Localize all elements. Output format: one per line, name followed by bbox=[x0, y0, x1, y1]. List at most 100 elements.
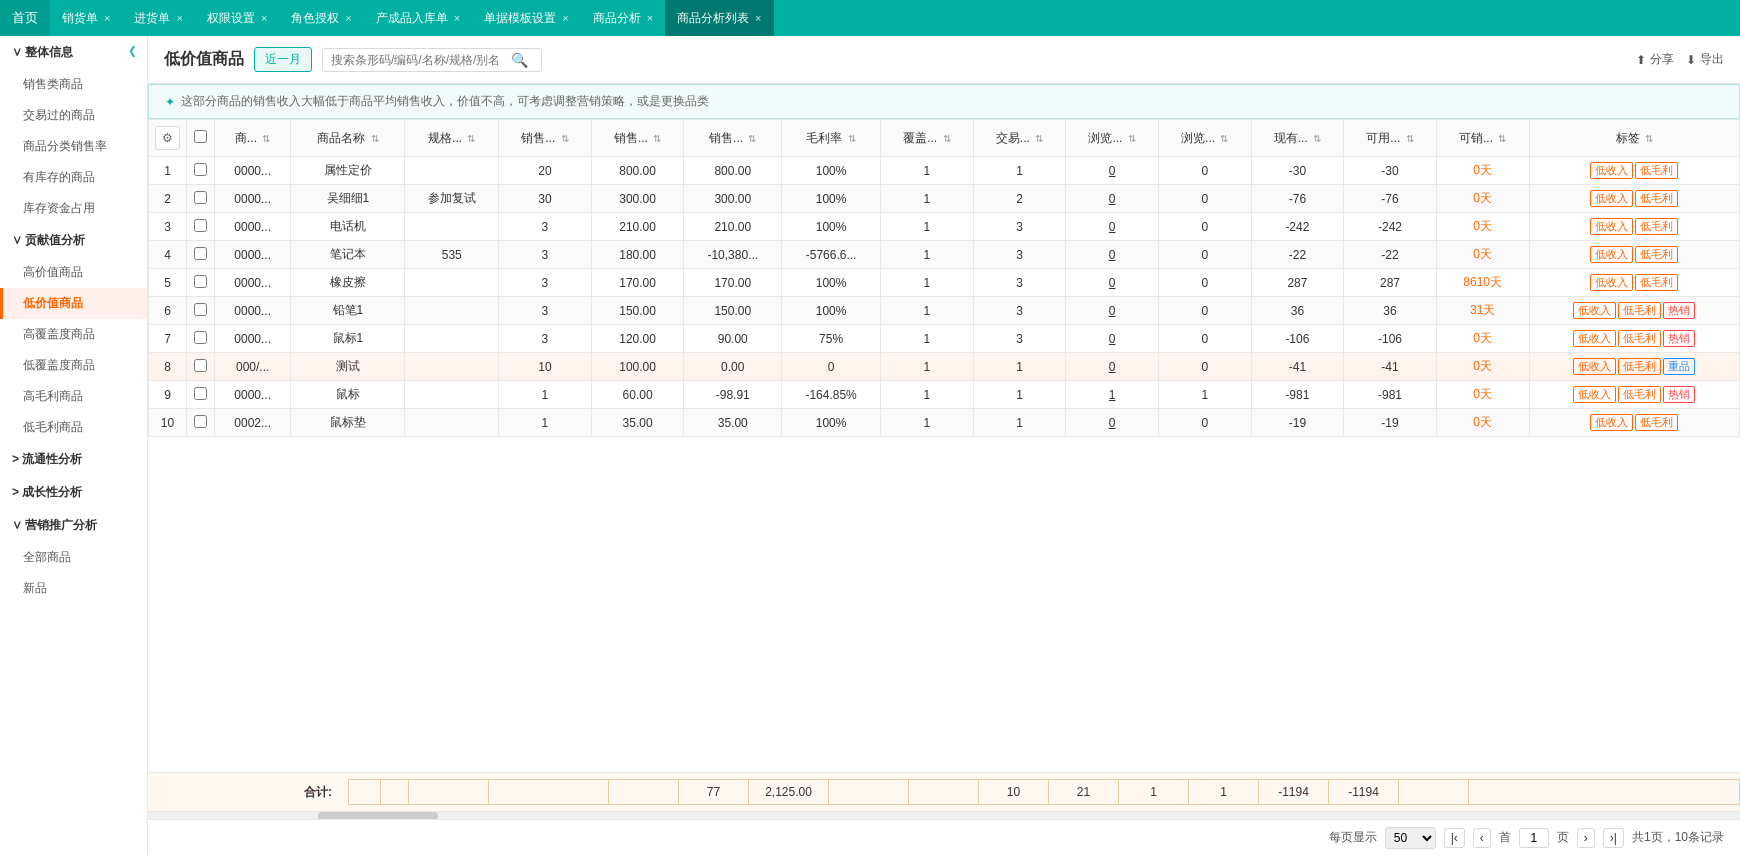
row-select-checkbox[interactable] bbox=[194, 303, 207, 316]
col-sales-amount[interactable]: 销售... ⇅ bbox=[684, 120, 782, 157]
row-checkbox[interactable] bbox=[187, 297, 215, 325]
close-icon[interactable]: × bbox=[562, 12, 568, 24]
col-current[interactable]: 现有... ⇅ bbox=[1251, 120, 1344, 157]
share-button[interactable]: ⬆ 分享 bbox=[1636, 51, 1674, 68]
view1-link[interactable]: 0 bbox=[1109, 248, 1116, 262]
close-icon[interactable]: × bbox=[755, 12, 761, 24]
row-view1[interactable]: 0 bbox=[1066, 297, 1159, 325]
sidebar-section-contribution[interactable]: ∨ 贡献值分析 bbox=[0, 224, 147, 257]
page-size-select[interactable]: 50 100 200 bbox=[1385, 827, 1436, 849]
nav-item-home[interactable]: 首页 bbox=[0, 0, 50, 36]
row-select-checkbox[interactable] bbox=[194, 191, 207, 204]
view1-link[interactable]: 1 bbox=[1109, 388, 1116, 402]
row-view1[interactable]: 0 bbox=[1066, 241, 1159, 269]
nav-item-template[interactable]: 单据模板设置 × bbox=[472, 0, 580, 36]
view1-link[interactable]: 0 bbox=[1109, 220, 1116, 234]
row-checkbox[interactable] bbox=[187, 157, 215, 185]
page-number-input[interactable] bbox=[1519, 828, 1549, 848]
close-icon[interactable]: × bbox=[261, 12, 267, 24]
filter-recent-month[interactable]: 近一月 bbox=[254, 47, 312, 72]
sidebar-item-traded-goods[interactable]: 交易过的商品 bbox=[0, 100, 147, 131]
row-view1[interactable]: 0 bbox=[1066, 213, 1159, 241]
row-select-checkbox[interactable] bbox=[194, 387, 207, 400]
sidebar-item-sales-goods[interactable]: 销售类商品 bbox=[0, 69, 147, 100]
next-page-button[interactable]: › bbox=[1577, 828, 1595, 848]
close-icon[interactable]: × bbox=[104, 12, 110, 24]
nav-item-purchase[interactable]: 进货单 × bbox=[122, 0, 194, 36]
row-select-checkbox[interactable] bbox=[194, 247, 207, 260]
sidebar-item-low-margin[interactable]: 低毛利商品 bbox=[0, 412, 147, 443]
col-spec[interactable]: 规格... ⇅ bbox=[405, 120, 499, 157]
view1-link[interactable]: 0 bbox=[1109, 416, 1116, 430]
view1-link[interactable]: 0 bbox=[1109, 360, 1116, 374]
view1-link[interactable]: 0 bbox=[1109, 192, 1116, 206]
col-coverage[interactable]: 覆盖... ⇅ bbox=[881, 120, 974, 157]
row-view1[interactable]: 0 bbox=[1066, 353, 1159, 381]
first-page-button[interactable]: |‹ bbox=[1444, 828, 1465, 848]
row-select-checkbox[interactable] bbox=[194, 163, 207, 176]
row-checkbox[interactable] bbox=[187, 213, 215, 241]
nav-item-analysis-list[interactable]: 商品分析列表 × bbox=[665, 0, 773, 36]
row-checkbox[interactable] bbox=[187, 241, 215, 269]
row-select-checkbox[interactable] bbox=[194, 359, 207, 372]
col-name[interactable]: 商品名称 ⇅ bbox=[291, 120, 405, 157]
row-view1[interactable]: 0 bbox=[1066, 157, 1159, 185]
col-salable[interactable]: 可销... ⇅ bbox=[1436, 120, 1529, 157]
sidebar-section-growth[interactable]: > 成长性分析 bbox=[0, 476, 147, 509]
sidebar-section-overall[interactable]: ∨ 整体信息 《 bbox=[0, 36, 147, 69]
sidebar-item-all-goods[interactable]: 全部商品 bbox=[0, 542, 147, 573]
view1-link[interactable]: 0 bbox=[1109, 304, 1116, 318]
prev-page-button[interactable]: ‹ bbox=[1473, 828, 1491, 848]
nav-item-analysis[interactable]: 商品分析 × bbox=[581, 0, 665, 36]
row-select-checkbox[interactable] bbox=[194, 219, 207, 232]
nav-item-sales[interactable]: 销货单 × bbox=[50, 0, 122, 36]
col-view1[interactable]: 浏览... ⇅ bbox=[1066, 120, 1159, 157]
sidebar-item-high-margin[interactable]: 高毛利商品 bbox=[0, 381, 147, 412]
sidebar-item-low-value[interactable]: 低价值商品 bbox=[0, 288, 147, 319]
sidebar-item-low-coverage[interactable]: 低覆盖度商品 bbox=[0, 350, 147, 381]
export-button[interactable]: ⬇ 导出 bbox=[1686, 51, 1724, 68]
view1-link[interactable]: 0 bbox=[1109, 164, 1116, 178]
last-page-button[interactable]: ›| bbox=[1603, 828, 1624, 848]
row-view1[interactable]: 0 bbox=[1066, 185, 1159, 213]
sidebar-section-marketing[interactable]: ∨ 营销推广分析 bbox=[0, 509, 147, 542]
row-checkbox[interactable] bbox=[187, 269, 215, 297]
search-icon[interactable]: 🔍 bbox=[511, 52, 528, 68]
close-icon[interactable]: × bbox=[176, 12, 182, 24]
close-icon[interactable]: × bbox=[454, 12, 460, 24]
row-view1[interactable]: 1 bbox=[1066, 381, 1159, 409]
gear-button[interactable]: ⚙ bbox=[155, 126, 180, 150]
col-gear[interactable]: ⚙ bbox=[149, 120, 187, 157]
sidebar-item-stock-goods[interactable]: 有库存的商品 bbox=[0, 162, 147, 193]
row-checkbox[interactable] bbox=[187, 409, 215, 437]
row-checkbox[interactable] bbox=[187, 185, 215, 213]
nav-item-role[interactable]: 角色授权 × bbox=[279, 0, 363, 36]
nav-item-permission[interactable]: 权限设置 × bbox=[195, 0, 279, 36]
sidebar-item-high-value[interactable]: 高价值商品 bbox=[0, 257, 147, 288]
row-select-checkbox[interactable] bbox=[194, 415, 207, 428]
row-view1[interactable]: 0 bbox=[1066, 269, 1159, 297]
col-sales-qty[interactable]: 销售... ⇅ bbox=[499, 120, 592, 157]
sidebar-item-new-goods[interactable]: 新品 bbox=[0, 573, 147, 604]
row-view1[interactable]: 0 bbox=[1066, 325, 1159, 353]
close-icon[interactable]: × bbox=[345, 12, 351, 24]
sidebar-item-stock-capital[interactable]: 库存资金占用 bbox=[0, 193, 147, 224]
col-margin[interactable]: 毛利率 ⇅ bbox=[782, 120, 881, 157]
col-available[interactable]: 可用... ⇅ bbox=[1344, 120, 1437, 157]
nav-item-inbound[interactable]: 产成品入库单 × bbox=[364, 0, 472, 36]
row-checkbox[interactable] bbox=[187, 353, 215, 381]
search-input[interactable] bbox=[331, 53, 511, 67]
col-sales-price[interactable]: 销售... ⇅ bbox=[591, 120, 684, 157]
col-view2[interactable]: 浏览... ⇅ bbox=[1158, 120, 1251, 157]
col-code[interactable]: 商... ⇅ bbox=[215, 120, 291, 157]
row-checkbox[interactable] bbox=[187, 325, 215, 353]
col-trade[interactable]: 交易... ⇅ bbox=[973, 120, 1066, 157]
row-checkbox[interactable] bbox=[187, 381, 215, 409]
sidebar-item-category-rate[interactable]: 商品分类销售率 bbox=[0, 131, 147, 162]
view1-link[interactable]: 0 bbox=[1109, 332, 1116, 346]
sidebar-section-flow[interactable]: > 流通性分析 bbox=[0, 443, 147, 476]
collapse-icon[interactable]: 《 bbox=[123, 44, 135, 61]
select-all-checkbox[interactable] bbox=[194, 130, 207, 143]
row-select-checkbox[interactable] bbox=[194, 331, 207, 344]
row-select-checkbox[interactable] bbox=[194, 275, 207, 288]
